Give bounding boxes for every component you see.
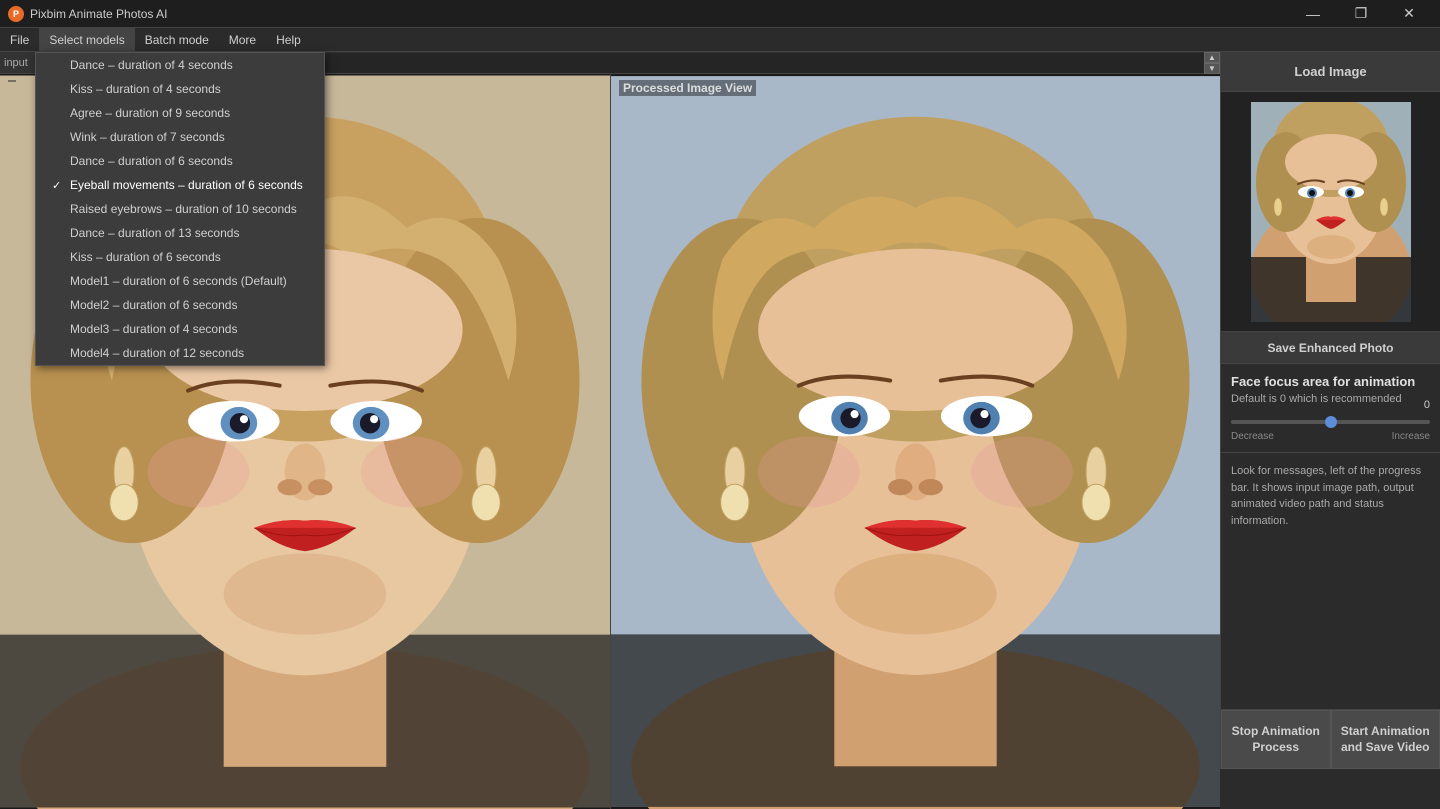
dropdown-item-11[interactable]: Model3 – duration of 4 seconds <box>36 317 324 341</box>
scroll-down-button[interactable]: ▼ <box>1204 63 1220 74</box>
dropdown-item-7[interactable]: Dance – duration of 13 seconds <box>36 221 324 245</box>
dropdown-item-label-10: Model2 – duration of 6 seconds <box>70 298 237 312</box>
bottom-buttons: Stop Animation Process Start Animation a… <box>1221 709 1440 769</box>
dropdown-item-label-4: Dance – duration of 6 seconds <box>70 154 233 168</box>
dropdown-item-label-7: Dance – duration of 13 seconds <box>70 226 239 240</box>
right-panel: Load Image <box>1220 52 1440 769</box>
thumbnail-area <box>1221 92 1440 332</box>
menu-select-models[interactable]: Select models <box>39 28 134 51</box>
title-bar-left: P Pixbim Animate Photos AI <box>8 6 167 22</box>
input-label-1: input <box>0 57 32 69</box>
dropdown-item-2[interactable]: Agree – duration of 9 seconds <box>36 101 324 125</box>
face-focus-section: Face focus area for animation Default is… <box>1221 364 1440 453</box>
title-bar: P Pixbim Animate Photos AI — ❐ ✕ <box>0 0 1440 28</box>
message-area: Look for messages, left of the progress … <box>1221 453 1440 709</box>
dropdown-item-label-2: Agree – duration of 9 seconds <box>70 106 230 120</box>
app-icon: P <box>8 6 24 22</box>
dropdown-item-label-12: Model4 – duration of 12 seconds <box>70 346 244 360</box>
menu-file[interactable]: File <box>0 28 39 51</box>
face-focus-title: Face focus area for animation <box>1231 374 1430 389</box>
save-enhanced-button[interactable]: Save Enhanced Photo <box>1221 332 1440 364</box>
dropdown-item-label-9: Model1 – duration of 6 seconds (Default) <box>70 274 287 288</box>
dropdown-item-4[interactable]: Dance – duration of 6 seconds <box>36 149 324 173</box>
original-panel-label <box>8 80 16 82</box>
menu-bar: File Select models Batch mode More Help … <box>0 28 1440 52</box>
dropdown-item-label-1: Kiss – duration of 4 seconds <box>70 82 221 96</box>
processed-panel-label: Processed Image View <box>619 80 756 96</box>
dropdown-item-12[interactable]: Model4 – duration of 12 seconds <box>36 341 324 365</box>
slider-increase-label: Increase <box>1392 431 1430 442</box>
minimize-button[interactable]: — <box>1290 0 1336 28</box>
dropdown-item-6[interactable]: Raised eyebrows – duration of 10 seconds <box>36 197 324 221</box>
face-focus-subtitle: Default is 0 which is recommended <box>1231 393 1430 405</box>
processed-photo <box>611 74 1220 809</box>
dropdown-item-label-5: Eyeball movements – duration of 6 second… <box>70 178 303 192</box>
dropdown-item-9[interactable]: Model1 – duration of 6 seconds (Default) <box>36 269 324 293</box>
dropdown-item-label-3: Wink – duration of 7 seconds <box>70 130 225 144</box>
title-text: Pixbim Animate Photos AI <box>30 7 167 21</box>
dropdown-item-10[interactable]: Model2 – duration of 6 seconds <box>36 293 324 317</box>
start-animation-button[interactable]: Start Animation and Save Video <box>1331 710 1440 769</box>
dropdown-menu: Dance – duration of 4 seconds Kiss – dura… <box>35 52 325 366</box>
face-focus-slider[interactable] <box>1231 420 1430 424</box>
dropdown-item-label-0: Dance – duration of 4 seconds <box>70 58 233 72</box>
dropdown-item-label-6: Raised eyebrows – duration of 10 seconds <box>70 202 297 216</box>
path-scrollbar: ▲ ▼ <box>1204 52 1220 74</box>
stop-animation-button[interactable]: Stop Animation Process <box>1221 710 1331 769</box>
processed-panel: Processed Image View <box>610 74 1220 809</box>
dropdown-item-0[interactable]: Dance – duration of 4 seconds <box>36 53 324 77</box>
slider-decrease-label: Decrease <box>1231 431 1274 442</box>
load-image-button[interactable]: Load Image <box>1221 52 1440 92</box>
dropdown-item-5[interactable]: ✓ Eyeball movements – duration of 6 secon… <box>36 173 324 197</box>
slider-labels: Decrease Increase <box>1231 431 1430 442</box>
slider-value: 0 <box>1424 399 1430 411</box>
slider-container: 0 <box>1231 413 1430 427</box>
thumbnail-photo <box>1251 102 1411 322</box>
menu-help[interactable]: Help <box>266 28 311 51</box>
dropdown-item-3[interactable]: Wink – duration of 7 seconds <box>36 125 324 149</box>
scroll-up-button[interactable]: ▲ <box>1204 52 1220 63</box>
dropdown-item-8[interactable]: Kiss – duration of 6 seconds <box>36 245 324 269</box>
window-controls: — ❐ ✕ <box>1290 0 1432 28</box>
menu-more[interactable]: More <box>219 28 266 51</box>
dropdown-item-label-11: Model3 – duration of 4 seconds <box>70 322 237 336</box>
dropdown-item-1[interactable]: Kiss – duration of 4 seconds <box>36 77 324 101</box>
close-button[interactable]: ✕ <box>1386 0 1432 28</box>
menu-batch-mode[interactable]: Batch mode <box>135 28 219 51</box>
dropdown-item-label-8: Kiss – duration of 6 seconds <box>70 250 221 264</box>
check-mark-5: ✓ <box>52 179 64 192</box>
maximize-button[interactable]: ❐ <box>1338 0 1384 28</box>
